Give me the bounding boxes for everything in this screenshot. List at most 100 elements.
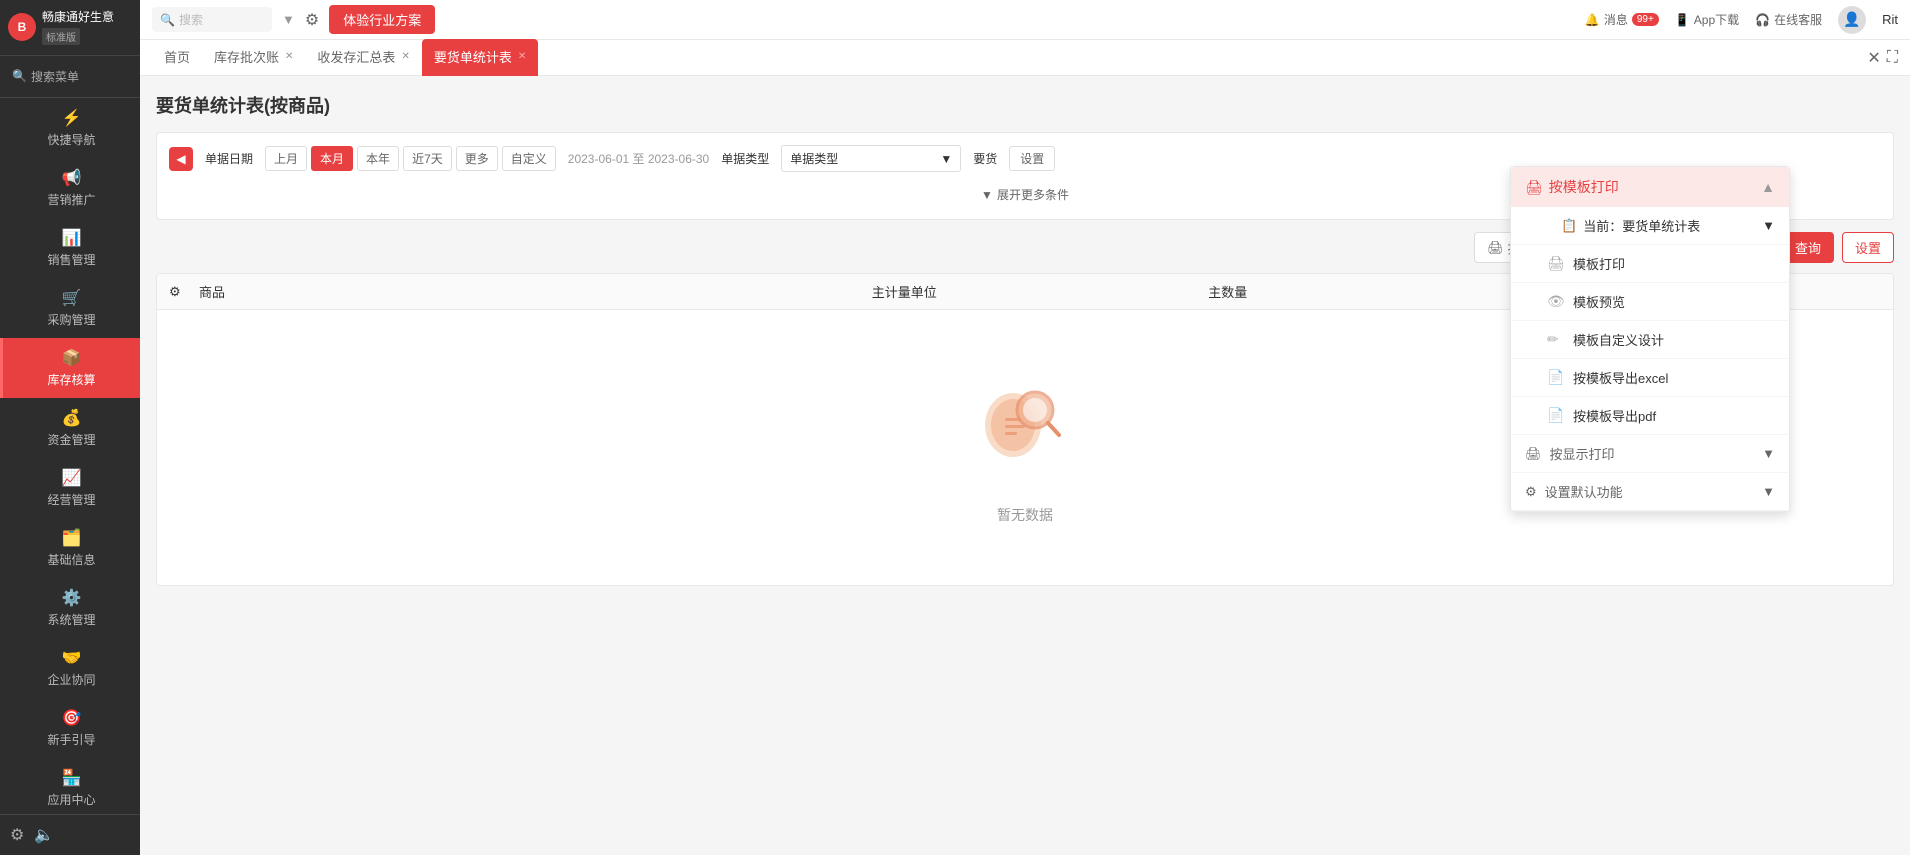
header-chevron-icon[interactable]: ▼: [282, 12, 295, 27]
tab-receipt-summary-label: 收发存汇总表: [317, 47, 395, 66]
messages-button[interactable]: 🔔 消息 99+: [1585, 11, 1659, 28]
app-download-label: App下载: [1694, 11, 1739, 28]
sidebar-item-purchase[interactable]: 🛒 采购管理: [0, 278, 140, 338]
search-icon: 🔍: [12, 69, 27, 83]
dropdown-template-pdf[interactable]: 📄 按模板导出pdf: [1511, 397, 1789, 435]
header-gear-button[interactable]: ⚙: [305, 10, 319, 30]
toolbar-settings-button[interactable]: 设置: [1842, 232, 1894, 263]
dropdown-current-icon: 📋: [1561, 218, 1577, 234]
sidebar-item-sales[interactable]: 📊 销售管理: [0, 218, 140, 278]
basic-icon: 🗂️: [62, 528, 82, 548]
dropdown-title: 🖨 按模板打印: [1525, 177, 1619, 197]
date-btn-7days[interactable]: 近7天: [403, 146, 452, 171]
online-service-label: 在线客服: [1774, 11, 1822, 28]
sidebar-item-finance[interactable]: 💰 资金管理: [0, 398, 140, 458]
date-btn-more[interactable]: 更多: [456, 146, 498, 171]
expand-more-button[interactable]: ▼ 展开更多条件: [965, 182, 1085, 207]
dropdown-header: 🖨 按模板打印 ▲: [1511, 167, 1789, 207]
sidebar-item-appstore[interactable]: 🏪 应用中心: [0, 758, 140, 814]
dropdown-close-button[interactable]: ▲: [1761, 179, 1775, 195]
user-avatar[interactable]: 👤: [1838, 6, 1866, 34]
tab-maximize-button[interactable]: ⛶: [1887, 49, 1898, 67]
date-filter-label: 单据日期: [205, 150, 253, 167]
dropdown-template-preview[interactable]: 👁 模板预览: [1511, 283, 1789, 321]
expand-more-label: 展开更多条件: [997, 186, 1069, 203]
audio-bottom-icon[interactable]: 🔈: [34, 825, 54, 845]
dropdown-default-func-left: ⚙ 设置默认功能: [1525, 482, 1623, 501]
dropdown-template-excel[interactable]: 📄 按模板导出excel: [1511, 359, 1789, 397]
filter-expand-button[interactable]: ◀: [169, 147, 193, 171]
tab-order-stats-close[interactable]: ✕: [518, 51, 526, 62]
tab-inventory-batch[interactable]: 库存批次账 ✕: [202, 39, 305, 76]
sidebar-label-collab: 企业协同: [47, 671, 95, 688]
sidebar-item-guide[interactable]: 🎯 新手引导: [0, 698, 140, 758]
dropdown-print-icon: 🖨: [1525, 179, 1543, 196]
date-btn-this-month[interactable]: 本月: [311, 146, 353, 171]
date-btn-this-year[interactable]: 本年: [357, 146, 399, 171]
guide-icon: 🎯: [62, 708, 82, 728]
collab-icon: 🤝: [62, 648, 82, 668]
messages-badge: 99+: [1632, 13, 1659, 26]
sidebar-bottom: ⚙ 🔈: [0, 814, 140, 855]
date-btn-last-month[interactable]: 上月: [265, 146, 307, 171]
dropdown-template-design[interactable]: ✏ 模板自定义设计: [1511, 321, 1789, 359]
select-chevron-icon: ▼: [940, 152, 952, 166]
sidebar-item-operation[interactable]: 📈 经营管理: [0, 458, 140, 518]
sidebar-item-inventory[interactable]: 📦 库存核算: [0, 338, 140, 398]
template-preview-icon: 👁: [1547, 293, 1565, 310]
settings-bottom-icon[interactable]: ⚙: [10, 825, 24, 845]
online-service-button[interactable]: 🎧 在线客服: [1755, 11, 1822, 28]
tab-home[interactable]: 首页: [152, 39, 202, 76]
template-excel-icon: 📄: [1547, 369, 1565, 386]
print-icon: 🖨: [1487, 240, 1504, 256]
sidebar-label-system: 系统管理: [47, 611, 95, 628]
sidebar-label-marketing: 营销推广: [47, 191, 95, 208]
template-print-label: 模板打印: [1573, 254, 1625, 273]
purchase-icon: 🛒: [62, 288, 82, 308]
header-search-icon: 🔍: [160, 13, 175, 27]
page-title: 要货单统计表(按商品): [156, 92, 1894, 118]
avatar-icon: 👤: [1843, 11, 1860, 28]
sidebar-search[interactable]: 🔍 搜索菜单: [0, 56, 140, 98]
current-chevron-icon: ▼: [1762, 218, 1775, 233]
dropdown-default-func[interactable]: ⚙ 设置默认功能 ▼: [1511, 473, 1789, 511]
date-btn-custom[interactable]: 自定义: [502, 146, 556, 171]
tab-order-stats[interactable]: 要货单统计表 ✕: [422, 39, 538, 76]
template-preview-label: 模板预览: [1573, 292, 1625, 311]
col-settings[interactable]: ⚙: [169, 284, 199, 300]
dropdown-current-template[interactable]: 📋 当前：要货单统计表 ▼: [1511, 207, 1789, 245]
search-menu-button[interactable]: 🔍 搜索菜单: [8, 64, 132, 89]
tab-receipt-summary-close[interactable]: ✕: [401, 51, 409, 62]
sidebar-item-quick-nav[interactable]: ⚡ 快捷导航: [0, 98, 140, 158]
filter-settings-button[interactable]: 设置: [1009, 146, 1055, 171]
tab-receipt-summary[interactable]: 收发存汇总表 ✕: [305, 39, 421, 76]
tabs-bar: 首页 库存批次账 ✕ 收发存汇总表 ✕ 要货单统计表 ✕ ✕ ⛶: [140, 40, 1910, 76]
top-header: 🔍 搜索 ▼ ⚙ 体验行业方案 🔔 消息 99+ 📱 App下载 🎧 在线客服 …: [140, 0, 1910, 40]
sidebar-item-basic[interactable]: 🗂️ 基础信息: [0, 518, 140, 578]
sidebar-label-purchase: 采购管理: [47, 311, 95, 328]
sidebar-logo: B 畅康通好生意 标准版: [0, 0, 140, 56]
tab-close-window-button[interactable]: ✕: [1867, 48, 1880, 68]
order-type-select[interactable]: 单据类型 ▼: [781, 145, 961, 172]
template-pdf-label: 按模板导出pdf: [1573, 406, 1656, 425]
download-icon: 📱: [1675, 13, 1690, 27]
sidebar-label-operation: 经营管理: [47, 491, 95, 508]
sidebar-item-collab[interactable]: 🤝 企业协同: [0, 638, 140, 698]
sales-icon: 📊: [62, 228, 82, 248]
sidebar-item-marketing[interactable]: 📢 营销推广: [0, 158, 140, 218]
main-area: 🔍 搜索 ▼ ⚙ 体验行业方案 🔔 消息 99+ 📱 App下载 🎧 在线客服 …: [140, 0, 1910, 855]
tab-controls: ✕ ⛶: [1867, 48, 1898, 68]
sidebar-item-system[interactable]: ⚙️ 系统管理: [0, 578, 140, 638]
col-unit-label: 主计量单位: [872, 285, 937, 300]
dropdown-display-print[interactable]: 🖨 按显示打印 ▼: [1511, 435, 1789, 473]
tab-inventory-batch-close[interactable]: ✕: [285, 51, 293, 62]
app-download-button[interactable]: 📱 App下载: [1675, 11, 1739, 28]
sidebar-label-appstore: 应用中心: [47, 791, 95, 808]
sidebar-nav: ⚡ 快捷导航 📢 营销推广 📊 销售管理 🛒 采购管理 📦 库存核算 💰 资金管…: [0, 98, 140, 814]
dropdown-template-print[interactable]: 🖨 模板打印: [1511, 245, 1789, 283]
tab-home-label: 首页: [164, 47, 190, 66]
appstore-icon: 🏪: [62, 768, 82, 788]
dropdown-current-label: 当前：要货单统计表: [1583, 216, 1700, 235]
header-search[interactable]: 🔍 搜索: [152, 7, 272, 32]
trial-button[interactable]: 体验行业方案: [329, 5, 435, 34]
